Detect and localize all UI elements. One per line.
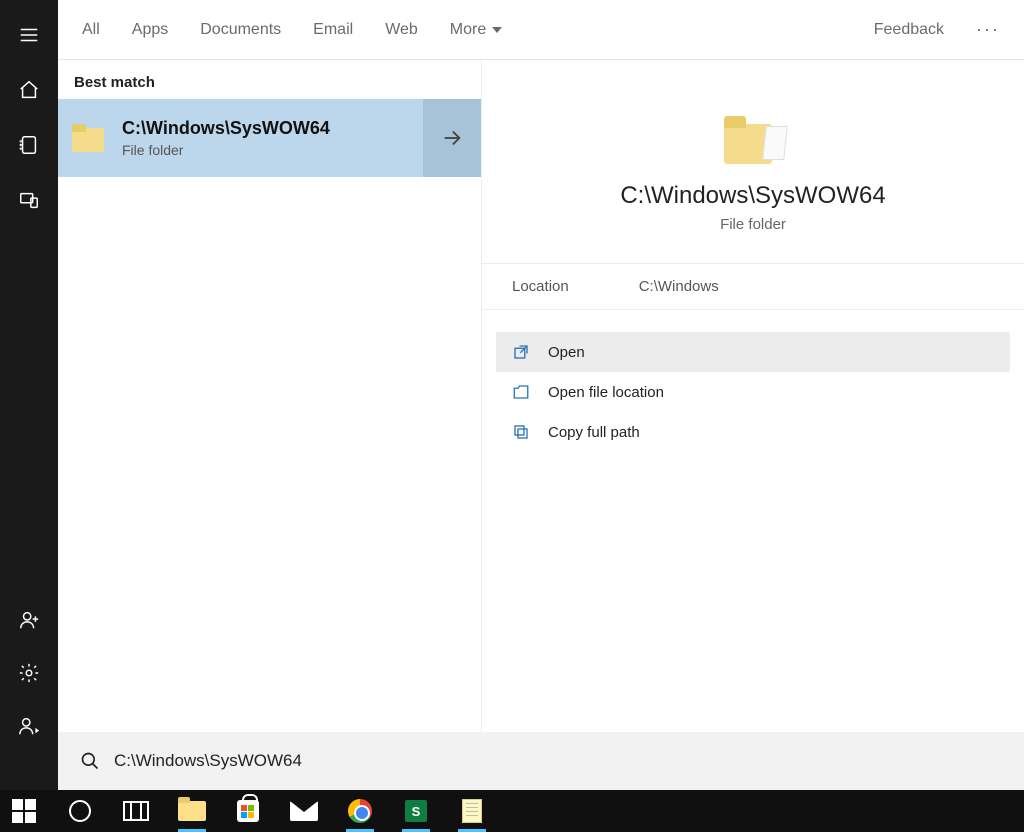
result-subtitle: File folder bbox=[122, 142, 330, 158]
preview-column: C:\Windows\SysWOW64 File folder Location… bbox=[482, 60, 1024, 732]
taskbar: S bbox=[0, 790, 1024, 832]
result-item[interactable]: C:\Windows\SysWOW64 File folder bbox=[58, 99, 481, 177]
settings-icon[interactable] bbox=[18, 662, 40, 689]
search-panel: All Apps Documents Email Web More Feedba… bbox=[58, 0, 1024, 732]
home-icon[interactable] bbox=[18, 79, 40, 106]
chrome-button[interactable] bbox=[344, 795, 376, 827]
tab-more[interactable]: More bbox=[450, 21, 502, 39]
result-title: C:\Windows\SysWOW64 bbox=[122, 118, 330, 139]
copy-icon bbox=[512, 423, 530, 441]
action-open-location[interactable]: Open file location bbox=[496, 372, 1010, 412]
search-bar bbox=[58, 732, 1024, 790]
folder-icon bbox=[72, 124, 104, 152]
action-copy-path[interactable]: Copy full path bbox=[496, 412, 1010, 452]
file-explorer-button[interactable] bbox=[176, 795, 208, 827]
mail-button[interactable] bbox=[288, 795, 320, 827]
cortana-button[interactable] bbox=[64, 795, 96, 827]
devices-icon[interactable] bbox=[18, 189, 40, 216]
folder-open-icon bbox=[512, 383, 530, 401]
notebook-icon[interactable] bbox=[18, 134, 40, 161]
start-rail bbox=[0, 0, 58, 790]
action-open-location-label: Open file location bbox=[548, 384, 664, 401]
account-icon[interactable] bbox=[18, 609, 40, 636]
results-column: Best match C:\Windows\SysWOW64 File fold… bbox=[58, 60, 482, 732]
preview-title: C:\Windows\SysWOW64 bbox=[482, 182, 1024, 210]
location-row: Location C:\Windows bbox=[482, 263, 1024, 310]
filter-tabs: All Apps Documents Email Web More Feedba… bbox=[58, 0, 1024, 60]
sway-button[interactable]: S bbox=[400, 795, 432, 827]
search-icon bbox=[80, 751, 100, 771]
search-input[interactable] bbox=[114, 751, 1002, 771]
tab-email[interactable]: Email bbox=[313, 21, 353, 39]
tab-all[interactable]: All bbox=[82, 21, 100, 39]
menu-icon[interactable] bbox=[18, 24, 40, 51]
more-options-icon[interactable]: ··· bbox=[976, 19, 1000, 40]
expand-arrow-button[interactable] bbox=[423, 99, 481, 177]
folder-large-icon bbox=[724, 116, 782, 164]
action-copy-path-label: Copy full path bbox=[548, 424, 640, 441]
location-value: C:\Windows bbox=[639, 278, 719, 295]
tab-apps[interactable]: Apps bbox=[132, 21, 168, 39]
best-match-label: Best match bbox=[58, 60, 481, 99]
task-view-button[interactable] bbox=[120, 795, 152, 827]
tab-documents[interactable]: Documents bbox=[200, 21, 281, 39]
actions-list: Open Open file location Copy full path bbox=[482, 332, 1024, 452]
start-button[interactable] bbox=[8, 795, 40, 827]
open-icon bbox=[512, 343, 530, 361]
store-button[interactable] bbox=[232, 795, 264, 827]
action-open-label: Open bbox=[548, 344, 585, 361]
feedback-link[interactable]: Feedback bbox=[874, 21, 944, 39]
user-icon[interactable] bbox=[18, 715, 40, 742]
tab-web[interactable]: Web bbox=[385, 21, 418, 39]
notepad-button[interactable] bbox=[456, 795, 488, 827]
preview-subtitle: File folder bbox=[482, 216, 1024, 233]
chevron-down-icon bbox=[492, 27, 502, 33]
location-label: Location bbox=[512, 278, 569, 295]
action-open[interactable]: Open bbox=[496, 332, 1010, 372]
